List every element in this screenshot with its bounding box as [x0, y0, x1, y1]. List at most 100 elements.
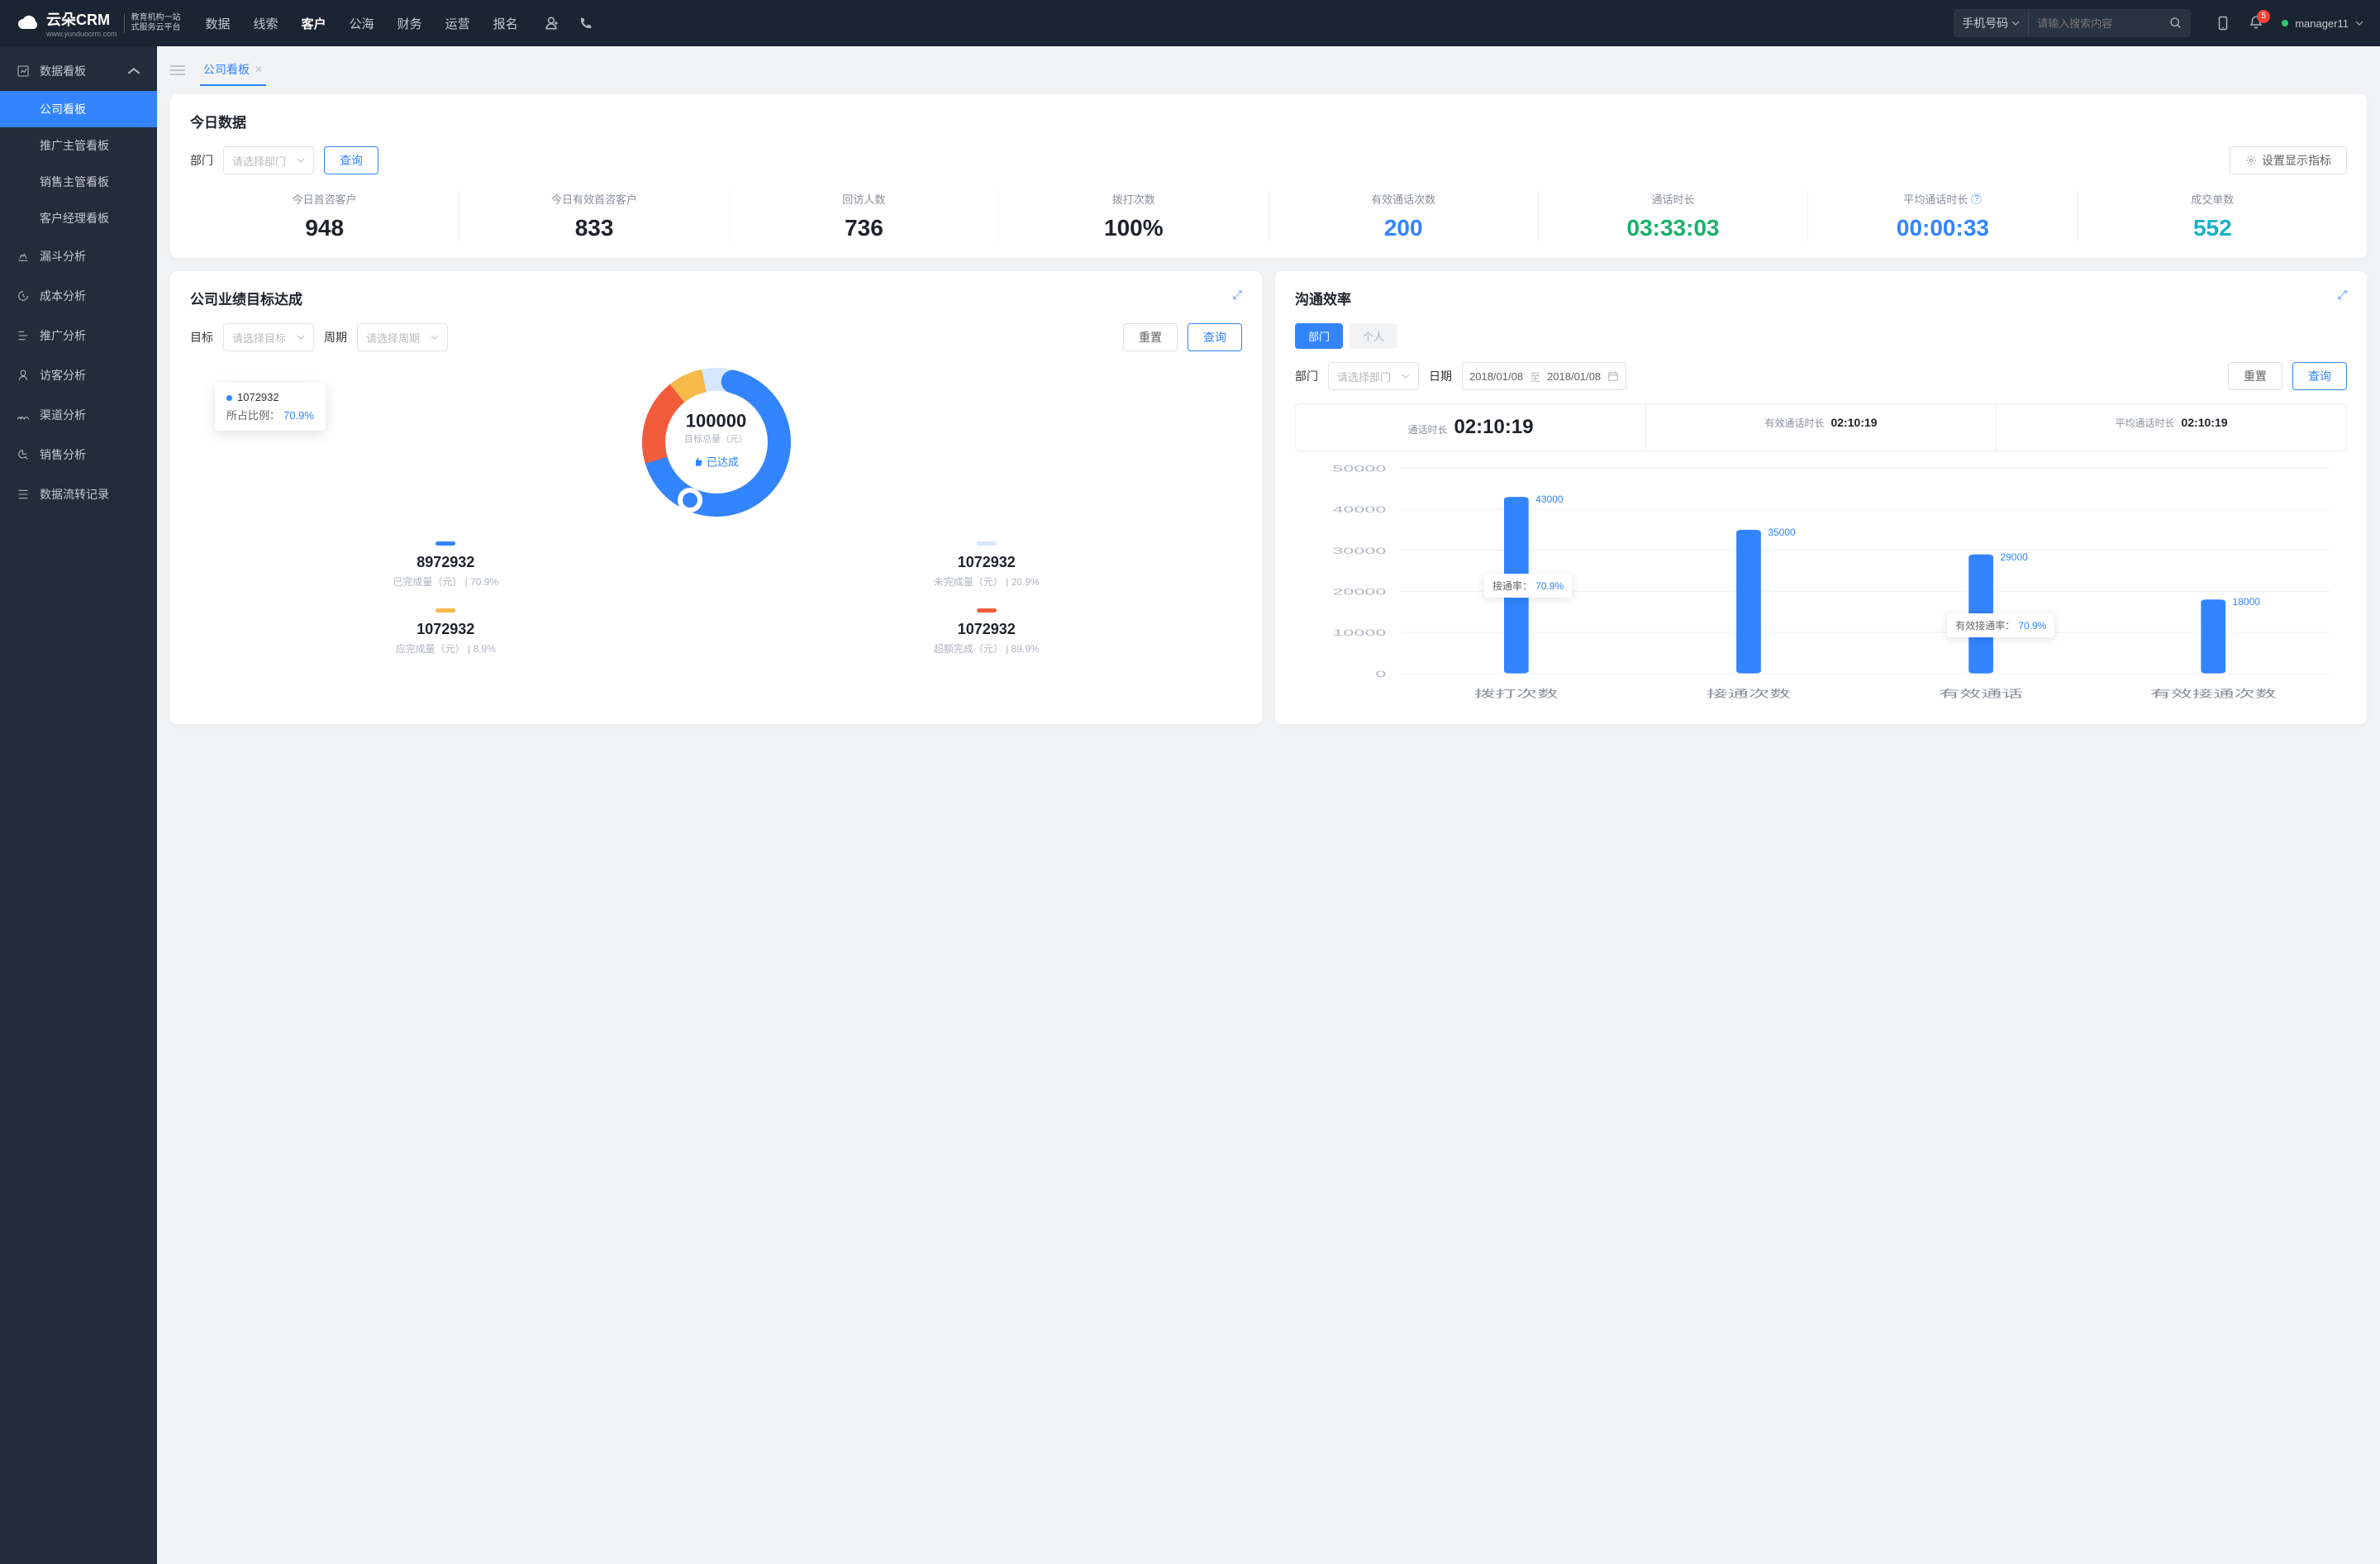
chevron-down-icon [297, 335, 305, 340]
stat-value: 833 [459, 215, 728, 241]
bar-chart: 01000020000300004000050000拨打次数接通次数有效通话有效… [1295, 460, 2347, 708]
goal-legend: 8972932已完成量（元） | 70.9%1072932未完成量（元） | 2… [190, 541, 1242, 656]
help-icon[interactable]: ? [1971, 193, 1982, 204]
reset-button[interactable]: 重置 [2228, 362, 2282, 390]
sidebar-sub-item[interactable]: 客户经理看板 [0, 200, 157, 236]
stat-value: 552 [2078, 215, 2347, 241]
bar-value-label: 35000 [1768, 527, 1795, 538]
search-button[interactable] [2161, 17, 2191, 30]
svg-text:20000: 20000 [1332, 586, 1386, 597]
topnav-item[interactable]: 线索 [254, 15, 278, 32]
today-filter: 部门 请选择部门 查询 设置显示指标 [190, 146, 2347, 174]
sidebar-icon [17, 408, 30, 422]
stat-value: 00:00:33 [1808, 215, 2077, 241]
dept-label: 部门 [190, 152, 213, 169]
date-range-input[interactable]: 2018/01/08 至 2018/01/08 [1462, 362, 1626, 390]
stat-label: 有效通话次数 [1269, 191, 1538, 207]
svg-text:拨打次数: 拨打次数 [1474, 688, 1559, 699]
topnav-item[interactable]: 公海 [350, 15, 374, 32]
thumbs-up-icon [693, 456, 703, 466]
expand-icon[interactable]: ⤢ [1233, 288, 1242, 302]
sidebar-sub-item[interactable]: 销售主管看板 [0, 164, 157, 200]
topnav-item[interactable]: 数据 [206, 15, 231, 32]
pill-dept[interactable]: 部门 [1295, 323, 1343, 349]
phone-icon[interactable] [578, 15, 594, 31]
mobile-icon[interactable] [2216, 16, 2230, 31]
query-button[interactable]: 查询 [324, 146, 378, 174]
query-button[interactable]: 查询 [1188, 323, 1242, 351]
sidebar-sub-item[interactable]: 推广主管看板 [0, 127, 157, 164]
card-today: 今日数据 部门 请选择部门 查询 设置显示指标 今日首咨客户948今日有效首咨客… [170, 94, 2367, 258]
donut-chart: 100000 目标总量（元） 已达成 1072932 所占比例：70.9% [190, 360, 1242, 525]
topnav-item[interactable]: 运营 [445, 15, 470, 32]
chevron-down-icon [1402, 374, 1410, 379]
topnav-item[interactable]: 财务 [397, 15, 422, 32]
gear-icon [2245, 155, 2257, 166]
tab-company-board[interactable]: 公司看板 ✕ [200, 55, 266, 86]
topnav-item[interactable]: 报名 [493, 15, 518, 32]
user-menu[interactable]: manager11 [2282, 17, 2363, 30]
brand-slogan: 教育机构一站式服务云平台 [124, 13, 181, 33]
query-button[interactable]: 查询 [2292, 362, 2347, 390]
bar-value-label: 18000 [2233, 596, 2260, 608]
donut-tooltip: 1072932 所占比例：70.9% [215, 383, 326, 431]
sidebar-sub-item[interactable]: 公司看板 [0, 91, 157, 127]
close-icon[interactable]: ✕ [255, 64, 263, 75]
chevron-down-icon [2011, 21, 2020, 26]
notification-bell[interactable]: 5 [2249, 15, 2263, 32]
chevron-down-icon [2355, 21, 2363, 26]
dept-select[interactable]: 请选择部门 [223, 146, 314, 174]
legend-item: 8972932已完成量（元） | 70.9% [190, 541, 702, 589]
topnav-item[interactable]: 客户 [302, 15, 326, 32]
brand-url: www.yunduocrm.com [46, 30, 117, 38]
bar-value-label: 29000 [2000, 551, 2027, 563]
svg-text:0: 0 [1375, 668, 1386, 679]
chevron-up-icon [127, 64, 140, 78]
target-select[interactable]: 请选择目标 [223, 323, 314, 351]
sidebar-item[interactable]: 访客分析 [0, 355, 157, 395]
achieved-tag: 已达成 [693, 454, 739, 470]
stat-label: 通话时长 [1539, 191, 1807, 207]
sidebar-item[interactable]: 销售分析 [0, 435, 157, 474]
reset-button[interactable]: 重置 [1123, 323, 1178, 351]
card-goal: 公司业绩目标达成 ⤢ 目标 请选择目标 周期 请选择周期 重置 查询 [170, 271, 1262, 724]
top-right: 5 manager11 [2216, 15, 2363, 32]
bar-value-label: 43000 [1535, 494, 1563, 505]
search-input[interactable] [2029, 17, 2161, 30]
sidebar: 数据看板 公司看板推广主管看板销售主管看板客户经理看板 漏斗分析成本分析推广分析… [0, 46, 157, 1564]
card-efficiency: 沟通效率 ⤢ 部门 个人 部门 请选择部门 日期 2018/01/08 至 20… [1275, 271, 2367, 724]
add-user-icon[interactable] [543, 15, 559, 31]
legend-item: 1072932应完成量（元） | 8.9% [190, 608, 702, 656]
sidebar-item[interactable]: 成本分析 [0, 276, 157, 316]
bar-svg: 01000020000300004000050000拨打次数接通次数有效通话有效… [1295, 460, 2347, 708]
search-type-select[interactable]: 手机号码 [1954, 9, 2029, 37]
status-dot [2282, 20, 2288, 26]
sidebar-icon [17, 488, 30, 501]
eff-dept-select[interactable]: 请选择部门 [1328, 362, 1419, 390]
sidebar-item[interactable]: 漏斗分析 [0, 236, 157, 276]
user-name: manager11 [2295, 17, 2349, 30]
sidebar-item[interactable]: 数据流转记录 [0, 474, 157, 514]
top-nav: 数据 线索 客户 公海 财务 运营 报名 [206, 15, 518, 32]
menu-toggle-icon[interactable] [170, 65, 185, 75]
stat-item: 有效通话次数 200 [1269, 191, 1539, 241]
chevron-down-icon [297, 158, 305, 163]
svg-text:30000: 30000 [1332, 545, 1386, 556]
sidebar-item[interactable]: 推广分析 [0, 316, 157, 355]
pill-person[interactable]: 个人 [1349, 323, 1397, 349]
sidebar-group-dashboard[interactable]: 数据看板 [0, 51, 157, 91]
stat-value: 03:33:03 [1539, 215, 1807, 241]
stat-value: 100% [999, 215, 1268, 241]
logo[interactable]: 云朵CRM www.yunduocrm.com 教育机构一站式服务云平台 [17, 8, 181, 38]
period-select[interactable]: 请选择周期 [357, 323, 448, 351]
sidebar-icon [17, 329, 30, 342]
stat-label: 平均通话时长? [1808, 191, 2077, 207]
expand-icon[interactable]: ⤢ [2338, 288, 2347, 302]
stat-value: 200 [1269, 215, 1538, 241]
sidebar-item[interactable]: 渠道分析 [0, 395, 157, 435]
svg-text:有效通话: 有效通话 [1939, 688, 2023, 699]
settings-indicator-button[interactable]: 设置显示指标 [2230, 146, 2347, 174]
sidebar-icon [17, 448, 30, 461]
eff-summary: 通话时长02:10:19有效通话时长02:10:19平均通话时长02:10:19 [1295, 403, 2347, 451]
svg-text:10000: 10000 [1332, 627, 1386, 638]
